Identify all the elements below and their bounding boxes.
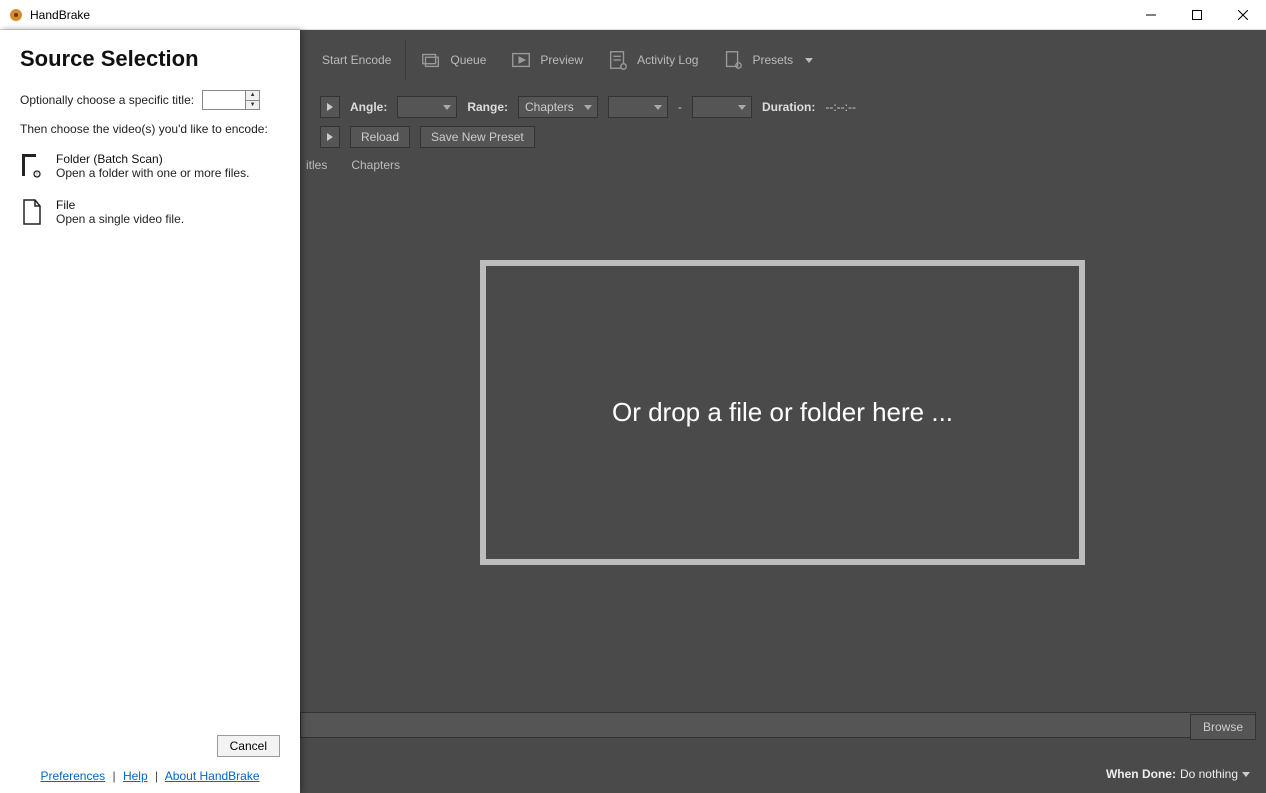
range-to-select[interactable] bbox=[692, 96, 752, 118]
title-spinner-input[interactable] bbox=[203, 91, 245, 109]
activity-log-icon bbox=[607, 49, 629, 71]
maximize-button[interactable] bbox=[1174, 0, 1220, 30]
reload-button[interactable]: Reload bbox=[350, 126, 410, 148]
range-separator: - bbox=[678, 100, 682, 114]
duration-value: --:--:-- bbox=[825, 100, 856, 114]
range-mode-select[interactable]: Chapters bbox=[518, 96, 598, 118]
presets-label: Presets bbox=[752, 53, 793, 67]
queue-icon bbox=[420, 49, 442, 71]
duration-label: Duration: bbox=[762, 100, 815, 114]
spinner-down-icon[interactable]: ▼ bbox=[246, 101, 259, 110]
open-file-option[interactable]: File Open a single video file. bbox=[20, 198, 280, 226]
folder-icon: ! bbox=[20, 152, 44, 180]
preview-button[interactable]: Preview bbox=[498, 30, 595, 90]
drop-zone[interactable]: Or drop a file or folder here ... bbox=[480, 260, 1085, 565]
range-label: Range: bbox=[467, 100, 508, 114]
presets-button[interactable]: Presets bbox=[710, 30, 825, 90]
tab-chapters[interactable]: Chapters bbox=[345, 154, 406, 176]
start-encode-button[interactable]: Start Encode bbox=[310, 30, 403, 90]
output-path-field[interactable] bbox=[300, 712, 1256, 738]
presets-icon bbox=[722, 49, 744, 71]
open-folder-desc: Open a folder with one or more files. bbox=[56, 166, 249, 180]
preview-label: Preview bbox=[540, 53, 583, 67]
preset-next-button[interactable] bbox=[320, 126, 340, 148]
open-folder-title: Folder (Batch Scan) bbox=[56, 152, 249, 166]
open-file-desc: Open a single video file. bbox=[56, 212, 184, 226]
panel-instruction: Then choose the video(s) you'd like to e… bbox=[20, 122, 280, 136]
when-done-dropdown[interactable]: When Done: Do nothing bbox=[1106, 767, 1250, 781]
when-done-label: When Done: bbox=[1106, 767, 1176, 781]
about-link[interactable]: About HandBrake bbox=[165, 769, 260, 783]
toolbar-separator bbox=[405, 40, 406, 80]
activity-log-button[interactable]: Activity Log bbox=[595, 30, 710, 90]
drop-zone-text: Or drop a file or folder here ... bbox=[612, 397, 953, 428]
start-encode-label: Start Encode bbox=[322, 53, 391, 67]
preview-icon bbox=[510, 49, 532, 71]
help-link[interactable]: Help bbox=[123, 769, 148, 783]
when-done-value: Do nothing bbox=[1180, 767, 1238, 781]
open-folder-option[interactable]: ! Folder (Batch Scan) Open a folder with… bbox=[20, 152, 280, 180]
source-selection-panel: Source Selection Optionally choose a spe… bbox=[0, 30, 300, 793]
cancel-button[interactable]: Cancel bbox=[217, 735, 280, 757]
panel-heading: Source Selection bbox=[20, 46, 280, 72]
link-divider: | bbox=[155, 769, 158, 783]
minimize-button[interactable] bbox=[1128, 0, 1174, 30]
save-new-preset-button[interactable]: Save New Preset bbox=[420, 126, 535, 148]
activity-log-label: Activity Log bbox=[637, 53, 698, 67]
app-icon bbox=[8, 7, 24, 23]
tab-titles[interactable]: itles bbox=[300, 154, 333, 176]
range-from-select[interactable] bbox=[608, 96, 668, 118]
queue-label: Queue bbox=[450, 53, 486, 67]
panel-footer-links: Preferences | Help | About HandBrake bbox=[0, 765, 300, 793]
angle-select[interactable] bbox=[397, 96, 457, 118]
svg-text:!: ! bbox=[36, 172, 37, 178]
title-choice-row: Optionally choose a specific title: ▲ ▼ bbox=[20, 90, 280, 110]
title-spinner[interactable]: ▲ ▼ bbox=[202, 90, 260, 110]
next-button[interactable] bbox=[320, 96, 340, 118]
title-bar: HandBrake bbox=[0, 0, 1266, 30]
link-divider: | bbox=[113, 769, 116, 783]
angle-label: Angle: bbox=[350, 100, 387, 114]
open-file-title: File bbox=[56, 198, 184, 212]
spinner-up-icon[interactable]: ▲ bbox=[246, 91, 259, 101]
close-button[interactable] bbox=[1220, 0, 1266, 30]
title-choice-label: Optionally choose a specific title: bbox=[20, 93, 194, 107]
queue-button[interactable]: Queue bbox=[408, 30, 498, 90]
chevron-down-icon bbox=[805, 58, 813, 63]
file-icon bbox=[20, 198, 44, 226]
preferences-link[interactable]: Preferences bbox=[40, 769, 105, 783]
chevron-down-icon bbox=[1242, 772, 1250, 777]
browse-button[interactable]: Browse bbox=[1190, 714, 1256, 740]
window-title: HandBrake bbox=[30, 8, 90, 22]
